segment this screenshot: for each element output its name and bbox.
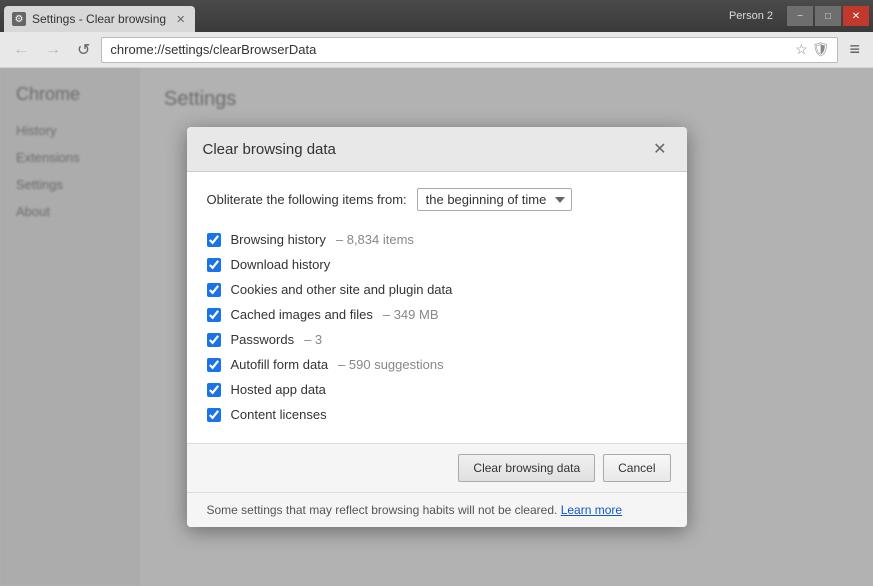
modal-overlay: Clear browsing data ✕ Obliterate the fol…: [0, 68, 873, 586]
menu-icon[interactable]: ≡: [844, 37, 865, 62]
shield-icon: 🛡: [812, 41, 830, 58]
checkbox-cached-images[interactable]: [207, 308, 221, 322]
item-label-hosted-app: Hosted app data: [231, 382, 326, 397]
item-count-passwords: – 3: [304, 332, 322, 347]
checkbox-row-browsing-history: Browsing history – 8,834 items: [207, 227, 667, 252]
url-text: chrome://settings/clearBrowserData: [110, 42, 791, 57]
back-button[interactable]: ←: [8, 39, 34, 61]
time-range-select[interactable]: the beginning of time the past hour the …: [417, 188, 572, 211]
checkbox-row-hosted-app: Hosted app data: [207, 377, 667, 402]
checkbox-cookies[interactable]: [207, 283, 221, 297]
dialog-title: Clear browsing data: [203, 141, 336, 158]
dialog-header: Clear browsing data ✕: [187, 127, 687, 172]
navigation-bar: ← → ↺ chrome://settings/clearBrowserData…: [0, 32, 873, 68]
dialog-buttons: Clear browsing data Cancel: [187, 443, 687, 492]
minimize-button[interactable]: −: [787, 6, 813, 26]
checkbox-passwords[interactable]: [207, 333, 221, 347]
forward-button[interactable]: →: [40, 39, 66, 61]
checkbox-row-cookies: Cookies and other site and plugin data: [207, 277, 667, 302]
item-count-browsing-history: – 8,834 items: [336, 232, 414, 247]
dialog-body: Obliterate the following items from: the…: [187, 172, 687, 443]
checkbox-row-content-licenses: Content licenses: [207, 402, 667, 427]
checkbox-autofill[interactable]: [207, 358, 221, 372]
tab-area: ⚙ Settings - Clear browsing ✕: [4, 0, 729, 32]
item-label-content-licenses: Content licenses: [231, 407, 327, 422]
checkbox-hosted-app[interactable]: [207, 383, 221, 397]
cancel-button[interactable]: Cancel: [603, 454, 670, 482]
window-controls: − □ ✕: [787, 6, 869, 26]
item-label-cookies: Cookies and other site and plugin data: [231, 282, 453, 297]
title-bar: ⚙ Settings - Clear browsing ✕ Person 2 −…: [0, 0, 873, 32]
checkbox-content-licenses[interactable]: [207, 408, 221, 422]
item-label-browsing-history: Browsing history: [231, 232, 326, 247]
item-label-passwords: Passwords: [231, 332, 295, 347]
tab-label: Settings - Clear browsing: [32, 12, 166, 26]
tab-favicon: ⚙: [12, 12, 26, 26]
obliterate-label: Obliterate the following items from:: [207, 192, 407, 207]
footer-note-text: Some settings that may reflect browsing …: [207, 503, 558, 517]
checkbox-browsing-history[interactable]: [207, 233, 221, 247]
obliterate-row: Obliterate the following items from: the…: [207, 188, 667, 211]
dialog-footer-note: Some settings that may reflect browsing …: [187, 492, 687, 527]
active-tab[interactable]: ⚙ Settings - Clear browsing ✕: [4, 6, 195, 32]
user-profile-label: Person 2: [729, 10, 773, 22]
maximize-button[interactable]: □: [815, 6, 841, 26]
item-count-autofill: – 590 suggestions: [338, 357, 444, 372]
browser-content: Chrome History Extensions Settings About…: [0, 68, 873, 586]
url-bar[interactable]: chrome://settings/clearBrowserData ☆ 🛡: [101, 37, 838, 63]
item-count-cached-images: – 349 MB: [383, 307, 439, 322]
item-label-autofill: Autofill form data: [231, 357, 329, 372]
dialog-close-button[interactable]: ✕: [649, 139, 670, 159]
close-button[interactable]: ✕: [843, 6, 869, 26]
checkbox-download-history[interactable]: [207, 258, 221, 272]
tab-close-button[interactable]: ✕: [176, 13, 185, 26]
checkbox-row-autofill: Autofill form data – 590 suggestions: [207, 352, 667, 377]
clear-browsing-data-button[interactable]: Clear browsing data: [458, 454, 595, 482]
item-label-download-history: Download history: [231, 257, 331, 272]
checkbox-row-download-history: Download history: [207, 252, 667, 277]
bookmark-icon[interactable]: ☆: [795, 41, 808, 58]
checkbox-row-cached-images: Cached images and files – 349 MB: [207, 302, 667, 327]
checkbox-row-passwords: Passwords – 3: [207, 327, 667, 352]
item-label-cached-images: Cached images and files: [231, 307, 373, 322]
learn-more-link[interactable]: Learn more: [561, 503, 622, 517]
reload-button[interactable]: ↺: [72, 38, 95, 62]
clear-browsing-dialog: Clear browsing data ✕ Obliterate the fol…: [187, 127, 687, 527]
